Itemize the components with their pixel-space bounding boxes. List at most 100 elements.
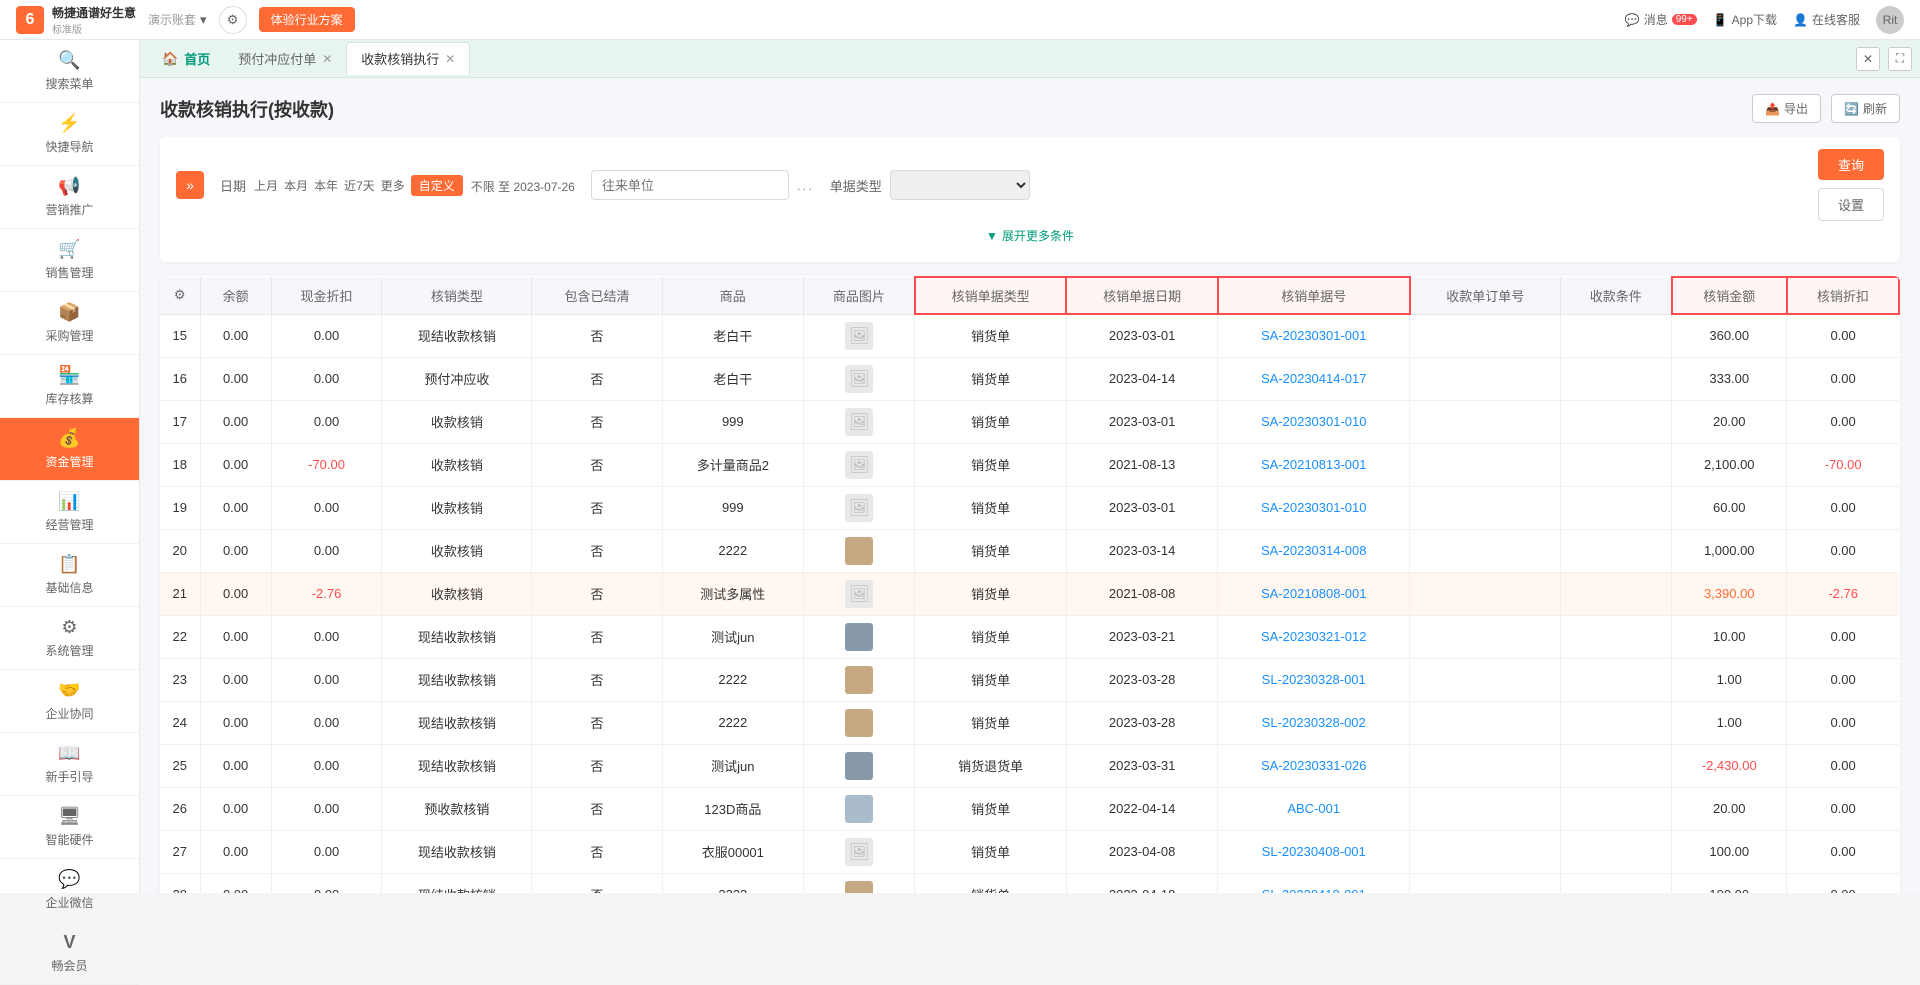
doc-link[interactable]: SA-20230301-010 <box>1261 414 1367 429</box>
doc-link[interactable]: SA-20230331-026 <box>1261 758 1367 773</box>
col-gear[interactable]: ⚙ <box>160 277 200 314</box>
cell-amount: 333.00 <box>1672 357 1787 400</box>
sidebar-item-cooperation[interactable]: 🤝 企业协同 <box>0 670 139 733</box>
gear-button[interactable]: ⚙ <box>219 6 247 34</box>
expand-more-button[interactable]: ▼ 展开更多条件 <box>176 221 1884 250</box>
cell-doc-no: SA-20210813-001 <box>1218 443 1410 486</box>
sidebar-item-inventory[interactable]: 🏪 库存核算 <box>0 355 139 418</box>
doc-link[interactable]: SA-20230301-001 <box>1261 328 1367 343</box>
sidebar-item-search[interactable]: 🔍 搜索菜单 <box>0 40 139 103</box>
cell-amount: 3,390.00 <box>1672 572 1787 615</box>
col-balance: 余额 <box>200 277 271 314</box>
sidebar-item-finance[interactable]: 💰 资金管理 <box>0 418 139 481</box>
doc-link[interactable]: SL-20230418-001 <box>1262 887 1366 893</box>
cell-order-no <box>1410 529 1561 572</box>
quicknav-icon: ⚡ <box>58 113 80 134</box>
cell-type: 现结收款核销 <box>382 314 532 357</box>
sidebar-item-basic[interactable]: 📋 基础信息 <box>0 544 139 607</box>
cell-order-no <box>1410 787 1561 830</box>
sidebar-item-system[interactable]: ⚙ 系统管理 <box>0 607 139 670</box>
custom-date-button[interactable]: 自定义 <box>411 175 463 196</box>
sidebar-item-marketing[interactable]: 📢 营销推广 <box>0 166 139 229</box>
tab-collection[interactable]: 收款核销执行 ✕ <box>346 42 470 75</box>
cell-doc-type: 销货单 <box>915 787 1067 830</box>
avatar[interactable]: Rit <box>1876 6 1904 34</box>
cell-image <box>803 873 914 893</box>
sidebar-item-member[interactable]: V 畅会员 <box>0 922 139 985</box>
doc-link[interactable]: ABC-001 <box>1287 801 1340 816</box>
tab-maximize-button[interactable]: ⛶ <box>1888 47 1912 71</box>
message-button[interactable]: 💬 消息 99+ <box>1625 11 1697 28</box>
query-button[interactable]: 查询 <box>1818 149 1884 180</box>
cell-amount: 1.00 <box>1672 701 1787 744</box>
cell-doc-type: 销货单 <box>915 701 1067 744</box>
cell-goods: 测试jun <box>662 615 803 658</box>
this-month-link[interactable]: 本月 <box>284 177 308 194</box>
tab-close-all-button[interactable]: ✕ <box>1856 47 1880 71</box>
online-service-button[interactable]: 👤 在线客服 <box>1793 11 1860 28</box>
management-icon: 📊 <box>58 491 80 512</box>
app-download-button[interactable]: 📱 App下载 <box>1713 11 1777 28</box>
doc-link[interactable]: SA-20230414-017 <box>1261 371 1367 386</box>
doctype-select[interactable] <box>890 170 1030 200</box>
doc-link[interactable]: SA-20230301-010 <box>1261 500 1367 515</box>
header-left: 6 畅捷通谱好生意 标准版 演示账套 ▾ ⚙ 体验行业方案 <box>16 4 355 36</box>
refresh-button[interactable]: 🔄 刷新 <box>1831 94 1900 123</box>
tab-collection-close[interactable]: ✕ <box>445 52 455 66</box>
cell-doc-date: 2023-03-01 <box>1066 486 1218 529</box>
cell-image: 🖼 <box>803 830 914 873</box>
tab-prepay-close[interactable]: ✕ <box>322 52 332 66</box>
this-year-link[interactable]: 本年 <box>314 177 338 194</box>
cell-type: 收款核销 <box>382 400 532 443</box>
cell-doc-no: SA-20230331-026 <box>1218 744 1410 787</box>
cell-cash-discount: 0.00 <box>271 873 382 893</box>
cell-order-no <box>1410 615 1561 658</box>
trial-button[interactable]: 体验行业方案 <box>259 7 355 32</box>
cell-discount: 0.00 <box>1787 486 1899 529</box>
sidebar-item-sales[interactable]: 🛒 销售管理 <box>0 229 139 292</box>
date-display: 不限 至 2023-07-26 <box>471 178 575 195</box>
sidebar-item-wechat[interactable]: 💬 企业微信 <box>0 859 139 922</box>
doc-link[interactable]: SL-20230328-002 <box>1262 715 1366 730</box>
doc-link[interactable]: SL-20230328-001 <box>1262 672 1366 687</box>
dots-button[interactable]: ... <box>797 178 814 193</box>
cell-doc-type: 销货单 <box>915 830 1067 873</box>
last7-link[interactable]: 近7天 <box>344 177 375 194</box>
doc-link[interactable]: SA-20210808-001 <box>1261 586 1367 601</box>
more-link[interactable]: 更多 <box>381 177 405 194</box>
cell-cash-discount: 0.00 <box>271 787 382 830</box>
filter-date-group: 日期 上月 本月 本年 近7天 更多 自定义 不限 至 2023-07-26 <box>220 175 575 196</box>
sales-icon: 🛒 <box>58 239 80 260</box>
cell-balance: 0.00 <box>200 615 271 658</box>
doc-link[interactable]: SA-20230314-008 <box>1261 543 1367 558</box>
doctype-label: 单据类型 <box>830 176 882 195</box>
tab-home[interactable]: 🏠 首页 <box>148 43 224 74</box>
doc-link[interactable]: SA-20210813-001 <box>1261 457 1367 472</box>
company-dropdown[interactable]: 演示账套 ▾ <box>148 11 207 28</box>
doc-link[interactable]: SL-20230408-001 <box>1262 844 1366 859</box>
cell-pay-term <box>1560 787 1671 830</box>
settings-button[interactable]: 设置 <box>1818 188 1884 221</box>
cell-balance: 0.00 <box>200 357 271 400</box>
export-icon: 📤 <box>1765 102 1780 116</box>
export-button[interactable]: 📤 导出 <box>1752 94 1821 123</box>
filter-expand-button[interactable]: » <box>176 171 204 199</box>
cell-goods: 多计量商品2 <box>662 443 803 486</box>
table-header-row: ⚙ 余额 现金折扣 核销类型 包含已结清 商品 商品图片 核销单据类型 核销单据… <box>160 277 1899 314</box>
sidebar-item-purchase[interactable]: 📦 采购管理 <box>0 292 139 355</box>
sidebar-item-quicknav[interactable]: ⚡ 快捷导航 <box>0 103 139 166</box>
cell-doc-type: 销货单 <box>915 658 1067 701</box>
sidebar-item-hardware[interactable]: 🖥 智能硬件 <box>0 796 139 859</box>
doc-link[interactable]: SA-20230321-012 <box>1261 629 1367 644</box>
sidebar-item-guide[interactable]: 📖 新手引导 <box>0 733 139 796</box>
cell-pay-term <box>1560 744 1671 787</box>
sidebar-item-management[interactable]: 📊 经营管理 <box>0 481 139 544</box>
cell-doc-date: 2023-03-31 <box>1066 744 1218 787</box>
tab-prepay[interactable]: 预付冲应付单 ✕ <box>224 43 346 74</box>
main-layout: 🔍 搜索菜单 ⚡ 快捷导航 📢 营销推广 🛒 销售管理 📦 采购管理 🏪 库存核… <box>0 40 1920 893</box>
cell-cash-discount: 0.00 <box>271 658 382 701</box>
last-month-link[interactable]: 上月 <box>254 177 278 194</box>
cell-doc-type: 销货单 <box>915 443 1067 486</box>
cell-id: 17 <box>160 400 200 443</box>
to-unit-input[interactable] <box>591 170 789 200</box>
